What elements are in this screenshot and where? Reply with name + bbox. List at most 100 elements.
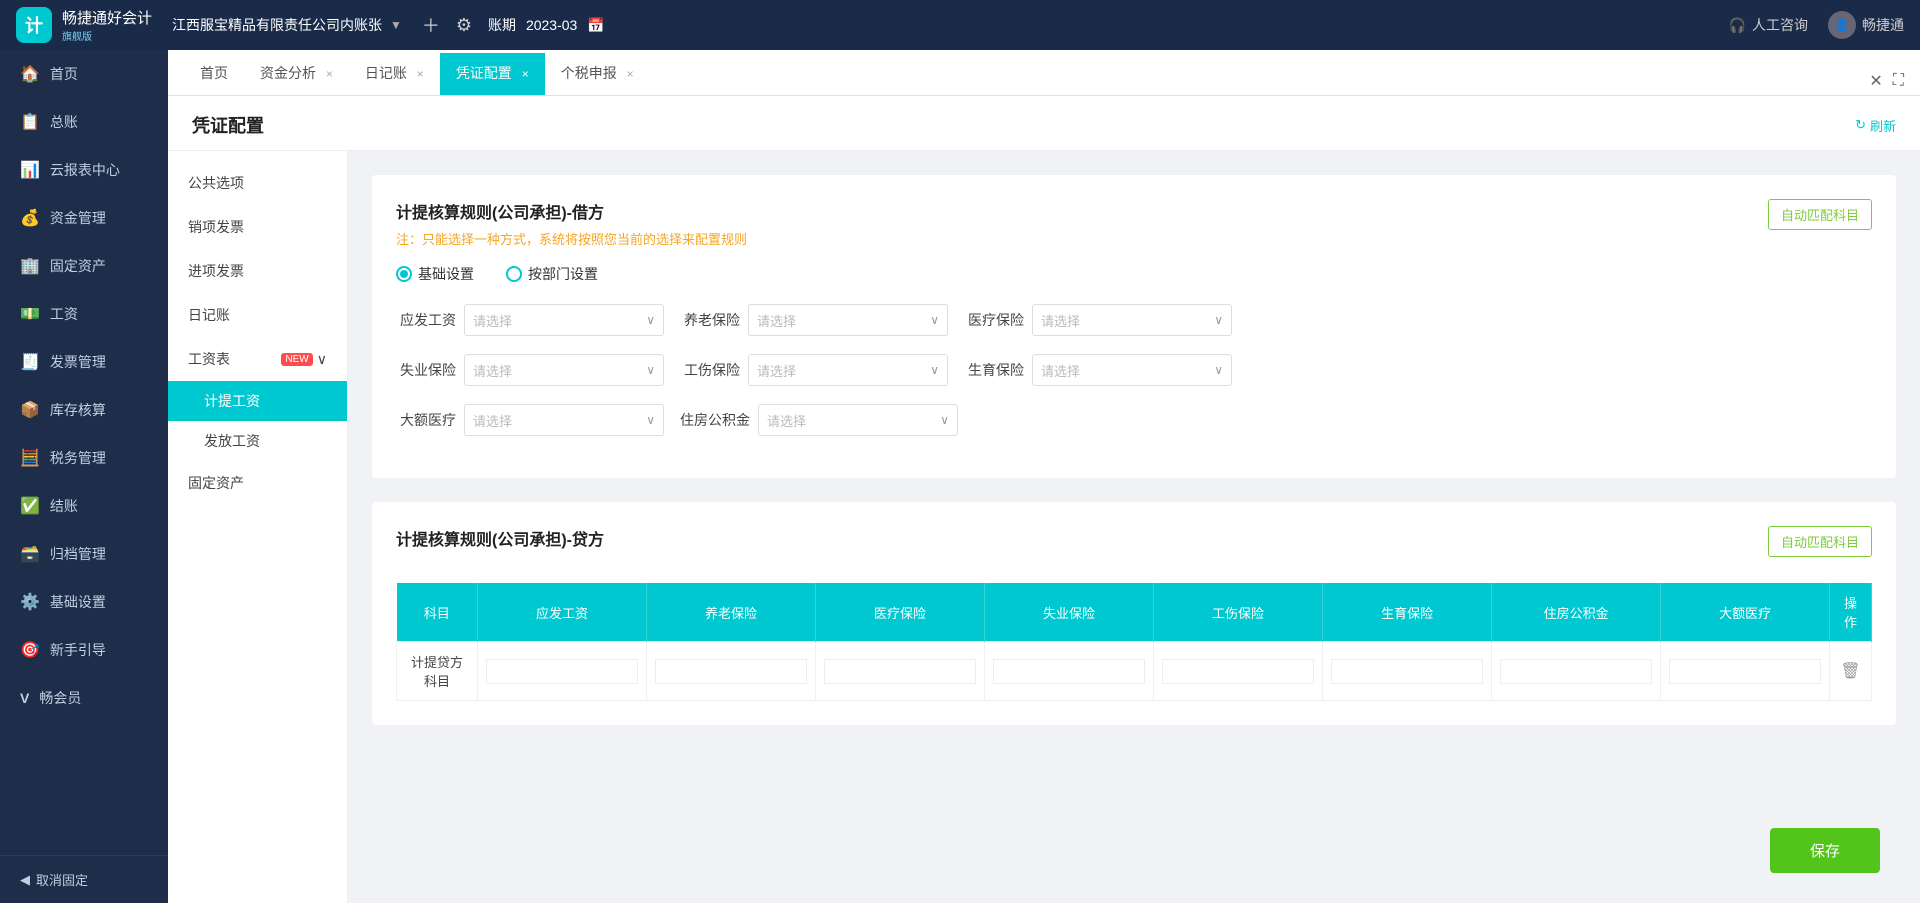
input-daeyiliao[interactable] [1669,659,1821,684]
section1-title: 计提核算规则(公司承担)-借方 [396,199,747,223]
select-yingfa[interactable]: 请选择 ∨ [464,304,664,336]
page-title: 凭证配置 [192,112,264,138]
auto-match-credit-btn[interactable]: 自动匹配科目 [1768,526,1872,557]
chevron-down-icon4: ∨ [646,363,655,377]
cell-gongshang [1154,642,1323,701]
tab-funds[interactable]: 资金分析 × [244,53,349,95]
th-yanglao: 养老保险 [647,583,816,642]
input-yingfa[interactable] [486,659,638,684]
tab-journal-close[interactable]: × [417,67,424,81]
nav-label-funds: 资金管理 [50,208,106,228]
tab-voucher[interactable]: 凭证配置 × [440,53,545,95]
left-nav-public[interactable]: 公共选项 [168,161,347,205]
field-gongshang: 工伤保险 请选择 ∨ [680,354,948,386]
settings-icon[interactable]: ⚙ [456,15,472,36]
tab-home-label: 首页 [200,65,228,81]
input-yiliao[interactable] [824,659,976,684]
left-nav-journal[interactable]: 日记账 [168,293,347,337]
logo-texts: 畅捷通好会计 旗舰版 [62,7,152,43]
radio-basic[interactable]: 基础设置 [396,264,474,284]
sidebar-item-report[interactable]: 📊 云报表中心 [0,146,168,194]
auto-match-debit-btn[interactable]: 自动匹配科目 [1768,199,1872,230]
radio-group: 基础设置 按部门设置 [396,264,1872,284]
left-nav-fixed-assets[interactable]: 固定资产 [168,461,347,505]
radio-dept-circle [506,266,522,282]
input-shiye[interactable] [993,659,1145,684]
select-yiliao[interactable]: 请选择 ∨ [1032,304,1232,336]
sidebar-item-funds[interactable]: 💰 资金管理 [0,194,168,242]
sidebar-item-settings[interactable]: ⚙️ 基础设置 [0,578,168,626]
radio-dept[interactable]: 按部门设置 [506,264,598,284]
tab-voucher-close[interactable]: × [522,67,529,81]
tab-expand-icon[interactable]: ⛶ [1893,72,1904,90]
sidebar-item-guide[interactable]: 🎯 新手引导 [0,626,168,674]
field-shiye: 失业保险 请选择 ∨ [396,354,664,386]
sidebar-item-home[interactable]: 🏠 首页 [0,50,168,98]
radio-basic-circle [396,266,412,282]
select-gongshang[interactable]: 请选择 ∨ [748,354,948,386]
input-gongshang[interactable] [1162,659,1314,684]
select-zhufang[interactable]: 请选择 ∨ [758,404,958,436]
tab-tax-close[interactable]: × [627,67,634,81]
cancel-fixed-btn[interactable]: ◀ 取消固定 [0,855,168,903]
cell-shiye [985,642,1154,701]
sidebar-item-close[interactable]: ✅ 结账 [0,482,168,530]
field-zhufang: 住房公积金 请选择 ∨ [680,404,958,436]
sidebar-item-salary[interactable]: 💵 工资 [0,290,168,338]
main-content: 计提核算规则(公司承担)-借方 注：只能选择一种方式，系统将按照您当前的选择来配… [348,151,1920,903]
nav-label-inventory: 库存核算 [50,400,106,420]
label-shengyu: 生育保险 [964,360,1024,380]
sidebar-item-vip[interactable]: V 畅会员 [0,674,168,722]
home-icon: 🏠 [20,64,40,84]
nav-label-salary: 工资 [50,304,78,324]
tab-funds-label: 资金分析 [260,65,316,81]
input-zhufang[interactable] [1500,659,1652,684]
add-icon[interactable]: ＋ [422,12,440,38]
sidebar-item-ledger[interactable]: 📋 总账 [0,98,168,146]
label-yiliao: 医疗保险 [964,310,1024,330]
left-nav-purchase-invoice[interactable]: 进项发票 [168,249,347,293]
left-nav-sales-invoice[interactable]: 销项发票 [168,205,347,249]
company-selector[interactable]: 江西服宝精品有限责任公司内账张 ▼ [172,15,402,35]
period-display: 账期 2023-03 📅 [488,15,605,35]
refresh-btn[interactable]: ↻ 刷新 [1855,116,1896,135]
radio-basic-label: 基础设置 [418,264,474,284]
sidebar-item-tax[interactable]: 🧮 税务管理 [0,434,168,482]
select-shiye[interactable]: 请选择 ∨ [464,354,664,386]
input-yanglao[interactable] [655,659,807,684]
left-nav-salary-table-label: 工资表 [188,349,230,369]
left-nav-salary-table[interactable]: 工资表 NEW ∨ [168,337,347,381]
th-shiye: 失业保险 [985,583,1154,642]
input-shengyu[interactable] [1331,659,1483,684]
left-arrow-icon: ◀ [20,872,30,888]
ai-consult[interactable]: 🎧 人工咨询 [1729,15,1808,35]
tab-home[interactable]: 首页 [184,53,244,95]
cell-yingfa [477,642,646,701]
username: 畅捷通 [1862,15,1904,35]
sidebar-item-archive[interactable]: 🗃️ 归档管理 [0,530,168,578]
delete-row-btn[interactable]: 🗑 [1840,663,1860,680]
report-icon: 📊 [20,160,40,180]
user-menu[interactable]: 👤 畅捷通 [1828,11,1904,39]
tab-tax[interactable]: 个税申报 × [545,53,650,95]
select-yanglao[interactable]: 请选择 ∨ [748,304,948,336]
select-shengyu[interactable]: 请选择 ∨ [1032,354,1232,386]
save-button[interactable]: 保存 [1770,828,1880,873]
sidebar-item-invoice[interactable]: 🧾 发票管理 [0,338,168,386]
tab-journal[interactable]: 日记账 × [349,53,440,95]
tab-close-window-icon[interactable]: ✕ [1869,71,1882,91]
guide-icon: 🎯 [20,640,40,660]
sidebar-item-inventory[interactable]: 📦 库存核算 [0,386,168,434]
sidebar: 🏠 首页 📋 总账 📊 云报表中心 💰 资金管理 🏢 固定资产 💵 工资 🧾 发… [0,50,168,903]
calendar-icon[interactable]: 📅 [587,17,604,33]
left-nav-compute-salary[interactable]: 计提工资 [168,381,347,421]
tab-funds-close[interactable]: × [326,67,333,81]
th-daeyiliao: 大额医疗 [1661,583,1830,642]
table-header-row: 科目 应发工资 养老保险 医疗保险 失业保险 工伤保险 生育保险 住房公积金 大… [397,583,1872,642]
headset-icon: 🎧 [1729,17,1746,34]
left-nav-pay-salary[interactable]: 发放工资 [168,421,347,461]
sidebar-item-assets[interactable]: 🏢 固定资产 [0,242,168,290]
radio-dept-label: 按部门设置 [528,264,598,284]
select-daeyiliao[interactable]: 请选择 ∨ [464,404,664,436]
header: 计 畅捷通好会计 旗舰版 江西服宝精品有限责任公司内账张 ▼ ＋ ⚙ 账期 20… [0,0,1920,50]
